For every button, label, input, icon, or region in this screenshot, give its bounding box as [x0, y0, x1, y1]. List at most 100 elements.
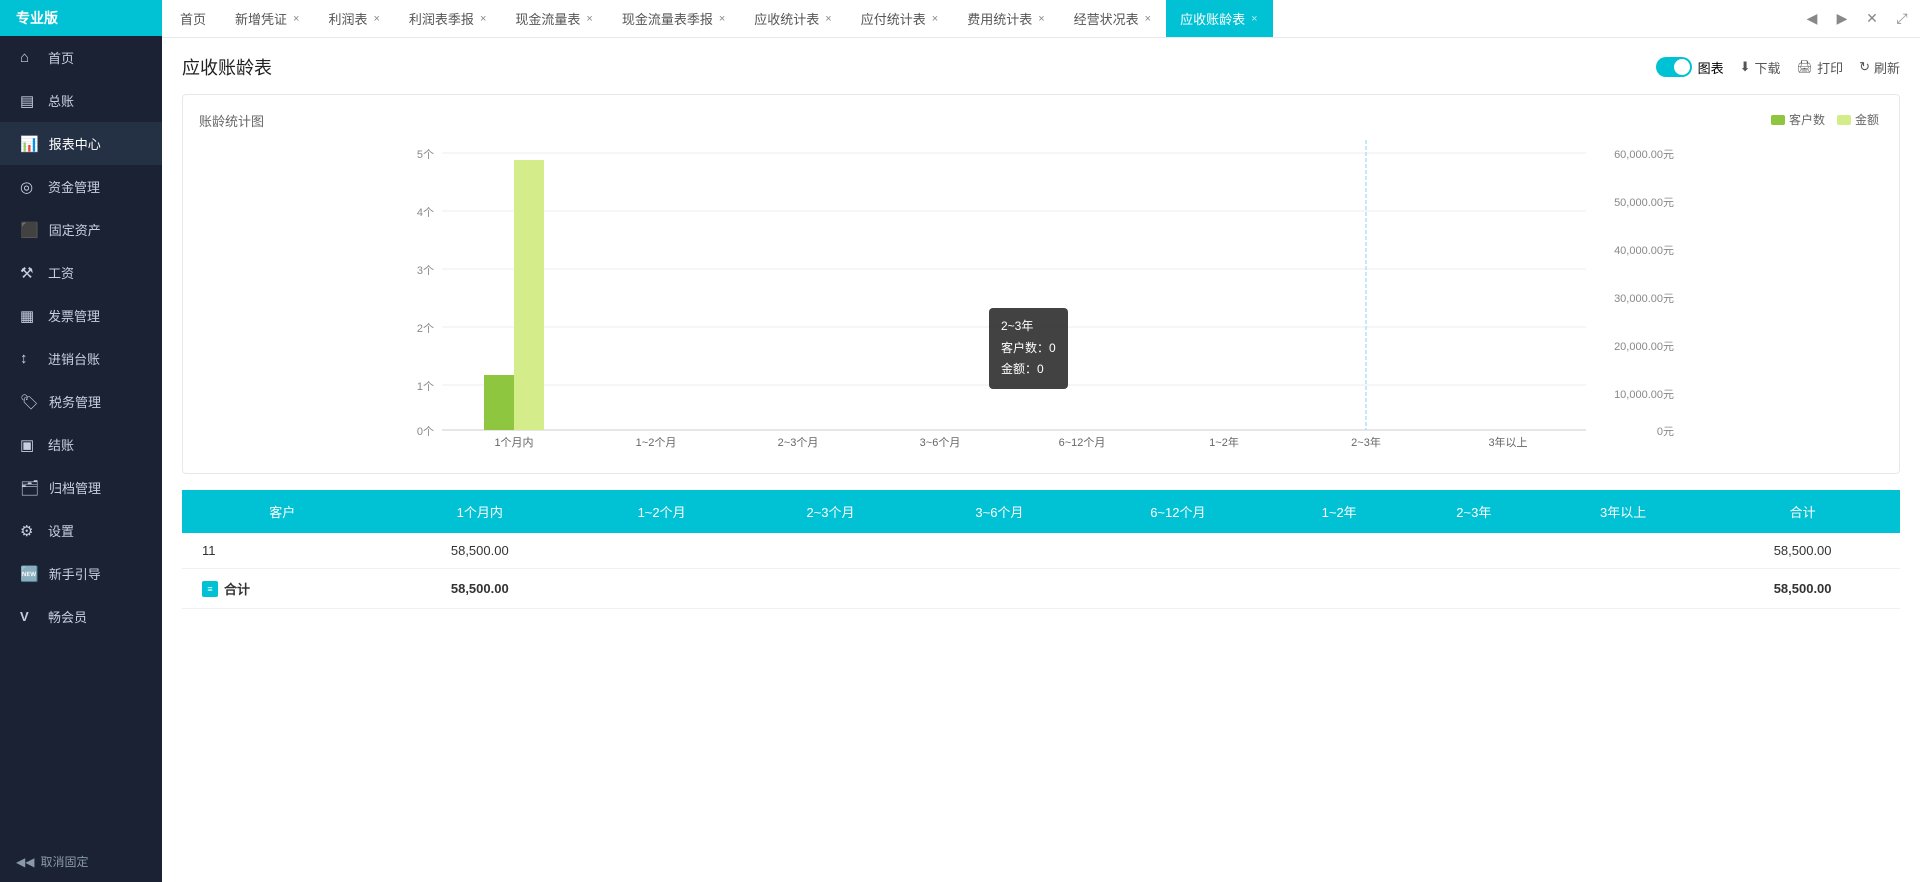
bar-customers-0 — [484, 375, 514, 430]
sidebar-item-fixed[interactable]: ⬛ 固定资产 — [0, 208, 162, 251]
tab-home[interactable]: 首页 — [166, 0, 221, 38]
svg-text:6~12个月: 6~12个月 — [1059, 436, 1106, 449]
svg-text:30,000.00元: 30,000.00元 — [1614, 293, 1674, 305]
tab-bar: 首页 新增凭证 × 利润表 × 利润表季报 × 现金流量表 × 现金流量表季报 … — [162, 0, 1920, 38]
tab-controls: ◀ ▶ ✕ ⤢ — [1798, 5, 1916, 33]
pin-toggle[interactable]: ◀◀ 取消固定 — [0, 841, 162, 882]
chart-container: 账龄统计图 客户数 金额 5个 4个 3个 2个 1个 — [182, 94, 1900, 474]
tab-cashflow-close[interactable]: × — [586, 13, 592, 25]
tab-ap-stat-close[interactable]: × — [932, 13, 938, 25]
tab-cashflow-q[interactable]: 现金流量表季报 × — [608, 0, 740, 38]
tab-ar-age[interactable]: 应收账龄表 × — [1166, 0, 1272, 38]
tab-next-button[interactable]: ▶ — [1828, 5, 1856, 33]
tab-voucher[interactable]: 新增凭证 × — [221, 0, 314, 38]
tab-cashflow-q-close[interactable]: × — [719, 13, 725, 25]
sidebar-label-close: 结账 — [48, 435, 74, 454]
svg-text:1个: 1个 — [417, 380, 434, 393]
sidebar-label-tax: 税务管理 — [49, 392, 101, 411]
tab-prev-button[interactable]: ◀ — [1798, 5, 1826, 33]
salary-icon: ⚒ — [20, 264, 38, 282]
tab-profit-close[interactable]: × — [373, 13, 379, 25]
sidebar-item-sales[interactable]: ↕ 进销台账 — [0, 337, 162, 380]
chart-svg: 5个 4个 3个 2个 1个 0个 60,000.00元 50,000.00元 … — [199, 140, 1883, 450]
col-m1: 1个月内 — [382, 490, 577, 533]
sidebar-item-settings[interactable]: ⚙ 设置 — [0, 509, 162, 552]
cell-m36-0 — [915, 533, 1084, 569]
legend-amount-dot — [1837, 115, 1851, 125]
chart-title: 账龄统计图 — [199, 111, 1883, 130]
refresh-label: 刷新 — [1874, 58, 1900, 77]
tab-profit-q-close[interactable]: × — [480, 13, 486, 25]
tab-profit-q-label: 利润表季报 — [409, 9, 474, 28]
cell-y23-0 — [1406, 533, 1541, 569]
guide-icon: 🆕 — [20, 565, 39, 583]
svg-text:20,000.00元: 20,000.00元 — [1614, 341, 1674, 353]
tab-ar-stat-close[interactable]: × — [825, 13, 831, 25]
sidebar-item-home[interactable]: ⌂ 首页 — [0, 36, 162, 79]
tab-profit[interactable]: 利润表 × — [314, 0, 394, 38]
sidebar-item-capital[interactable]: ◎ 资金管理 — [0, 165, 162, 208]
legend-amount: 金额 — [1837, 111, 1879, 128]
tab-ar-stat[interactable]: 应收统计表 × — [740, 0, 846, 38]
chart-toggle-label: 图表 — [1698, 58, 1724, 77]
print-button[interactable]: 🖨 打印 — [1797, 58, 1844, 77]
tab-ap-stat-label: 应付统计表 — [861, 9, 926, 28]
sidebar-item-report[interactable]: 📊 报表中心 — [0, 122, 162, 165]
close-acct-icon: ▣ — [20, 436, 38, 454]
tab-close-all-button[interactable]: ✕ — [1858, 5, 1886, 33]
col-y3: 3年以上 — [1541, 490, 1705, 533]
chart-legend: 客户数 金额 — [1771, 111, 1879, 128]
cell-y12-0 — [1272, 533, 1407, 569]
tab-ap-stat[interactable]: 应付统计表 × — [847, 0, 953, 38]
total-icon: ≡ — [202, 581, 218, 597]
tab-cashflow-label: 现金流量表 — [515, 9, 580, 28]
tab-profit-q[interactable]: 利润表季报 × — [395, 0, 501, 38]
sidebar-item-salary[interactable]: ⚒ 工资 — [0, 251, 162, 294]
svg-text:0元: 0元 — [1657, 426, 1674, 438]
col-m23: 2~3个月 — [746, 490, 915, 533]
app-logo: 专业版 — [0, 0, 162, 36]
download-button[interactable]: ⬇ 下载 — [1740, 58, 1781, 77]
chart-svg-wrap: 5个 4个 3个 2个 1个 0个 60,000.00元 50,000.00元 … — [199, 140, 1883, 450]
cell-m12-0 — [577, 533, 746, 569]
total-m1: 58,500.00 — [382, 569, 577, 609]
chart-toggle[interactable] — [1656, 57, 1692, 77]
header-actions: 图表 ⬇ 下载 🖨 打印 ↻ 刷新 — [1656, 57, 1900, 77]
sidebar: 专业版 ⌂ 首页 ▤ 总账 📊 报表中心 ◎ 资金管理 ⬛ 固定资产 ⚒ 工资 … — [0, 0, 162, 882]
tab-expense-close[interactable]: × — [1038, 13, 1044, 25]
cell-customer-0: 11 — [182, 533, 382, 569]
sidebar-item-guide[interactable]: 🆕 新手引导 — [0, 552, 162, 595]
sidebar-label-report: 报表中心 — [49, 134, 101, 153]
cell-total-0: 58,500.00 — [1705, 533, 1900, 569]
table-total-row: ≡ 合计 58,500.00 58,500.00 — [182, 569, 1900, 609]
table-row: 11 58,500.00 58,500.00 — [182, 533, 1900, 569]
sidebar-item-ledger[interactable]: ▤ 总账 — [0, 79, 162, 122]
cell-m612-0 — [1084, 533, 1272, 569]
cell-y3-0 — [1541, 533, 1705, 569]
sidebar-item-invoice[interactable]: ▦ 发票管理 — [0, 294, 162, 337]
tab-ar-age-label: 应收账龄表 — [1180, 9, 1245, 28]
svg-text:3年以上: 3年以上 — [1488, 435, 1527, 449]
tab-ar-age-close[interactable]: × — [1251, 13, 1257, 25]
tab-biz-close[interactable]: × — [1145, 13, 1151, 25]
bar-amount-0 — [514, 160, 544, 430]
pin-icon: ◀◀ — [16, 855, 34, 869]
total-m36 — [915, 569, 1084, 609]
sidebar-item-tax[interactable]: 🏷 税务管理 — [0, 380, 162, 423]
tab-voucher-label: 新增凭证 — [235, 9, 287, 28]
total-y12 — [1272, 569, 1407, 609]
tab-biz[interactable]: 经营状况表 × — [1060, 0, 1166, 38]
sidebar-label-vip: 畅会员 — [48, 607, 87, 626]
tab-expense[interactable]: 费用统计表 × — [953, 0, 1059, 38]
tab-expand-button[interactable]: ⤢ — [1888, 5, 1916, 33]
home-icon: ⌂ — [20, 49, 38, 66]
tab-cashflow[interactable]: 现金流量表 × — [501, 0, 607, 38]
refresh-button[interactable]: ↻ 刷新 — [1859, 58, 1900, 77]
sidebar-item-archive[interactable]: 🗂 归档管理 — [0, 466, 162, 509]
pin-label: 取消固定 — [40, 853, 88, 870]
data-table: 客户 1个月内 1~2个月 2~3个月 3~6个月 6~12个月 1~2年 2~… — [182, 490, 1900, 609]
tab-voucher-close[interactable]: × — [293, 13, 299, 25]
sidebar-item-vip[interactable]: V 畅会员 — [0, 595, 162, 638]
sidebar-item-close[interactable]: ▣ 结账 — [0, 423, 162, 466]
tab-ar-stat-label: 应收统计表 — [754, 9, 819, 28]
